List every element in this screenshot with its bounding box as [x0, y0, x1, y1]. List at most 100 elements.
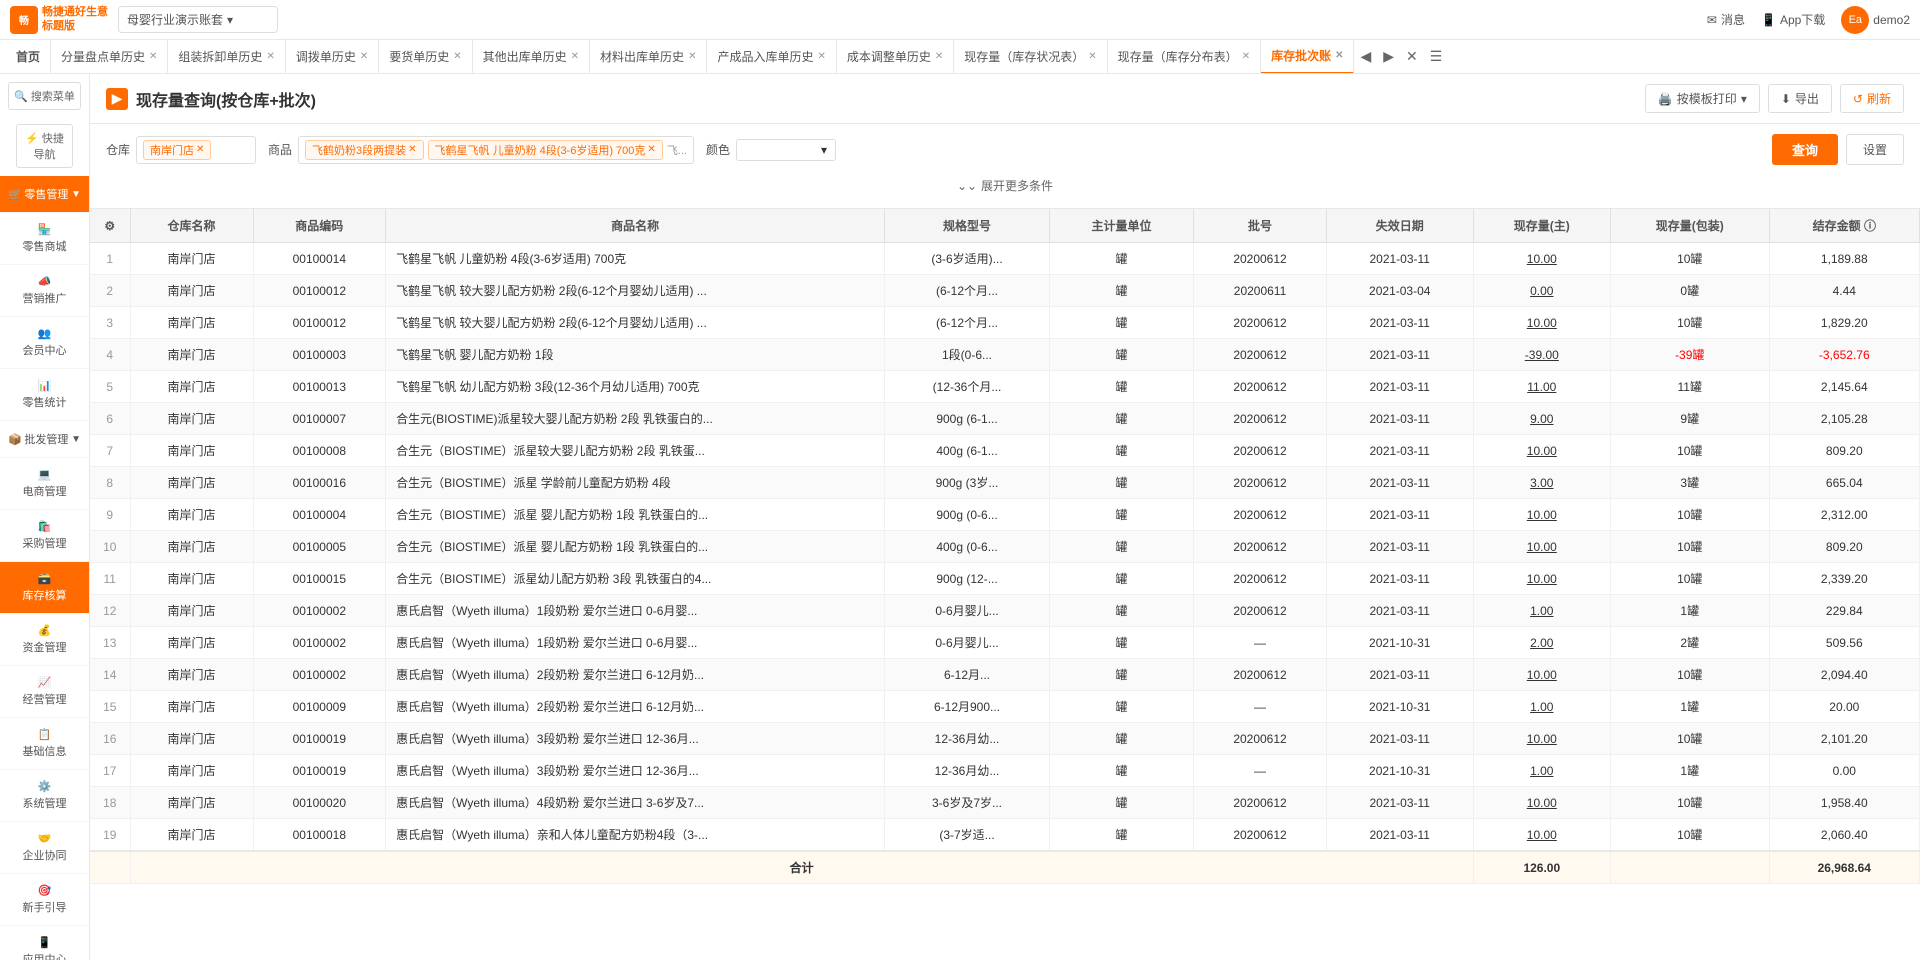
cell-qty-main[interactable]: 11.00	[1473, 371, 1610, 403]
cell-qty-main[interactable]: 10.00	[1473, 563, 1610, 595]
sidebar-item-new-guide[interactable]: 🎯 新手引导	[0, 874, 89, 926]
product-tag-2[interactable]: 飞鹤星飞帆 儿童奶粉 4段(3-6岁适用) 700克 ✕	[428, 140, 663, 160]
sidebar-item-member-center[interactable]: 👥 会员中心	[0, 317, 89, 369]
app-download-btn[interactable]: 📱 App下载	[1761, 11, 1825, 28]
product-more[interactable]: 飞...	[667, 142, 687, 158]
message-btn[interactable]: ✉ 消息	[1707, 11, 1745, 28]
tab-material-outbound[interactable]: 材料出库单历史 ✕	[590, 40, 707, 74]
sidebar-item-purchase[interactable]: 🛍️ 采购管理	[0, 510, 89, 562]
tab-product-inbound[interactable]: 产成品入库单历史 ✕	[707, 40, 836, 74]
sidebar-item-wholesale[interactable]: 📦 批发管理 ▼	[0, 421, 89, 458]
tab-close-split-inventory[interactable]: ✕	[149, 51, 157, 62]
sidebar-item-finance[interactable]: 💰 资金管理	[0, 614, 89, 666]
quick-nav-btn[interactable]: ⚡ 快捷导航	[16, 124, 73, 168]
cell-unit: 罐	[1049, 243, 1193, 275]
color-select[interactable]: ▾	[736, 139, 836, 161]
cell-qty-main[interactable]: 10.00	[1473, 307, 1610, 339]
tab-close-transfer[interactable]: ✕	[360, 51, 368, 62]
template-print-btn[interactable]: 🖨️ 按模板打印 ▾	[1645, 84, 1760, 113]
tab-close-product-inbound[interactable]: ✕	[817, 51, 825, 62]
cell-qty-pack: -39罐	[1610, 339, 1769, 371]
cell-qty-main[interactable]: 10.00	[1473, 819, 1610, 852]
sidebar-item-retail-mgmt[interactable]: 🛒 零售管理 ▼	[0, 176, 89, 213]
sidebar-item-retail-stats[interactable]: 📊 零售统计	[0, 369, 89, 421]
expand-conditions-btn[interactable]: ⌄⌄ 展开更多条件	[945, 173, 1065, 198]
tab-close-batch-purchase[interactable]: ✕	[1335, 50, 1343, 61]
cell-qty-main[interactable]: 10.00	[1473, 435, 1610, 467]
search-menu-btn[interactable]: 🔍 搜索菜单	[8, 82, 81, 110]
table-row: 1 南岸门店 00100014 飞鹤星飞帆 儿童奶粉 4段(3-6岁适用) 70…	[90, 243, 1920, 275]
query-btn[interactable]: 查询	[1772, 134, 1838, 165]
export-btn[interactable]: ⬇ 导出	[1768, 84, 1832, 113]
tab-stock-status[interactable]: 现存量（库存状况表） ✕	[954, 40, 1107, 74]
col-settings[interactable]: ⚙	[90, 209, 130, 243]
tab-transfer[interactable]: 调拨单历史 ✕	[286, 40, 379, 74]
cell-seq: 11	[90, 563, 130, 595]
tab-menu[interactable]: ☰	[1424, 48, 1449, 65]
setting-btn[interactable]: 设置	[1846, 134, 1904, 165]
refresh-btn[interactable]: ↺ 刷新	[1840, 84, 1904, 113]
tab-other-outbound[interactable]: 其他出库单历史 ✕	[473, 40, 590, 74]
sidebar-item-inventory[interactable]: 🗃️ 库存核算	[0, 562, 89, 614]
tab-requisition[interactable]: 要货单历史 ✕	[379, 40, 472, 74]
warehouse-label: 仓库	[106, 141, 130, 158]
cell-expire: 2021-10-31	[1326, 755, 1473, 787]
cell-spec: (3-7岁适...	[885, 819, 1050, 852]
tab-nav-left[interactable]: ◀	[1354, 48, 1377, 65]
tab-close-stock-status[interactable]: ✕	[1088, 51, 1096, 62]
warehouse-tag-close[interactable]: ✕	[196, 144, 204, 155]
sidebar-item-marketing[interactable]: 📣 营销推广	[0, 265, 89, 317]
main-layout: 🔍 搜索菜单 ⚡ 快捷导航 🛒 零售管理 ▼ 🏪 零售商城 📣 营销推广 👥 会…	[0, 74, 1920, 960]
warehouse-tag-nanqiao[interactable]: 南岸门店 ✕	[143, 140, 211, 160]
settings-icon[interactable]: ⚙	[104, 219, 115, 233]
cell-qty-main[interactable]: 1.00	[1473, 691, 1610, 723]
expand-btn[interactable]: ▶	[106, 88, 128, 110]
cell-qty-main[interactable]: -39.00	[1473, 339, 1610, 371]
cell-qty-main[interactable]: 3.00	[1473, 467, 1610, 499]
cell-code: 00100020	[253, 787, 386, 819]
product-tag-container[interactable]: 飞鹤奶粉3段两提装 ✕ 飞鹤星飞帆 儿童奶粉 4段(3-6岁适用) 700克 ✕…	[298, 136, 694, 164]
tab-close-all[interactable]: ✕	[1400, 48, 1424, 65]
cell-batch: 20200612	[1194, 595, 1327, 627]
cell-code: 00100007	[253, 403, 386, 435]
warehouse-tag-container[interactable]: 南岸门店 ✕	[136, 136, 256, 164]
tab-home[interactable]: 首页	[6, 40, 51, 74]
tab-close-cost-adjust[interactable]: ✕	[935, 51, 943, 62]
tab-cost-adjust[interactable]: 成本调整单历史 ✕	[837, 40, 954, 74]
sidebar-item-ecommerce[interactable]: 💻 电商管理	[0, 458, 89, 510]
cell-qty-main[interactable]: 1.00	[1473, 755, 1610, 787]
sidebar-item-operations[interactable]: 📈 经营管理	[0, 666, 89, 718]
cell-name: 合生元（BIOSTIME）派星 婴儿配方奶粉 1段 乳铁蛋白的...	[386, 531, 885, 563]
industry-select[interactable]: 母婴行业演示账套 ▾	[118, 6, 278, 33]
product-tag-1-close[interactable]: ✕	[408, 144, 416, 155]
sidebar-item-app-center[interactable]: 📱 应用中心	[0, 926, 89, 960]
product-tag-1[interactable]: 飞鹤奶粉3段两提装 ✕	[305, 140, 424, 160]
tab-batch-purchase[interactable]: 库存批次账 ✕	[1261, 40, 1354, 74]
cell-qty-main[interactable]: 10.00	[1473, 659, 1610, 691]
cell-qty-main[interactable]: 1.00	[1473, 595, 1610, 627]
sidebar-item-retail-shop[interactable]: 🏪 零售商城	[0, 213, 89, 265]
tab-close-requisition[interactable]: ✕	[453, 51, 461, 62]
cell-qty-main[interactable]: 10.00	[1473, 531, 1610, 563]
tab-disassemble[interactable]: 组装拆卸单历史 ✕	[168, 40, 285, 74]
cell-qty-main[interactable]: 10.00	[1473, 723, 1610, 755]
sidebar-item-base-info[interactable]: 📋 基础信息	[0, 718, 89, 770]
tab-stock-distribution[interactable]: 现存量（库存分布表） ✕	[1108, 40, 1261, 74]
tab-close-disassemble[interactable]: ✕	[266, 51, 274, 62]
tab-split-inventory[interactable]: 分量盘点单历史 ✕	[51, 40, 168, 74]
cell-qty-main[interactable]: 2.00	[1473, 627, 1610, 659]
tab-close-material-outbound[interactable]: ✕	[688, 51, 696, 62]
cell-qty-main[interactable]: 9.00	[1473, 403, 1610, 435]
cell-qty-main[interactable]: 10.00	[1473, 787, 1610, 819]
tab-close-stock-distribution[interactable]: ✕	[1242, 51, 1250, 62]
product-tag-2-close[interactable]: ✕	[647, 144, 655, 155]
sidebar-item-sys-mgmt[interactable]: ⚙️ 系统管理	[0, 770, 89, 822]
sidebar-item-enterprise-coop[interactable]: 🤝 企业协同	[0, 822, 89, 874]
cell-spec: 12-36月幼...	[885, 755, 1050, 787]
tab-close-other-outbound[interactable]: ✕	[571, 51, 579, 62]
user-avatar[interactable]: Ea demo2	[1841, 6, 1910, 34]
cell-qty-main[interactable]: 10.00	[1473, 499, 1610, 531]
cell-qty-main[interactable]: 10.00	[1473, 243, 1610, 275]
cell-qty-main[interactable]: 0.00	[1473, 275, 1610, 307]
tab-nav-right[interactable]: ▶	[1377, 48, 1400, 65]
